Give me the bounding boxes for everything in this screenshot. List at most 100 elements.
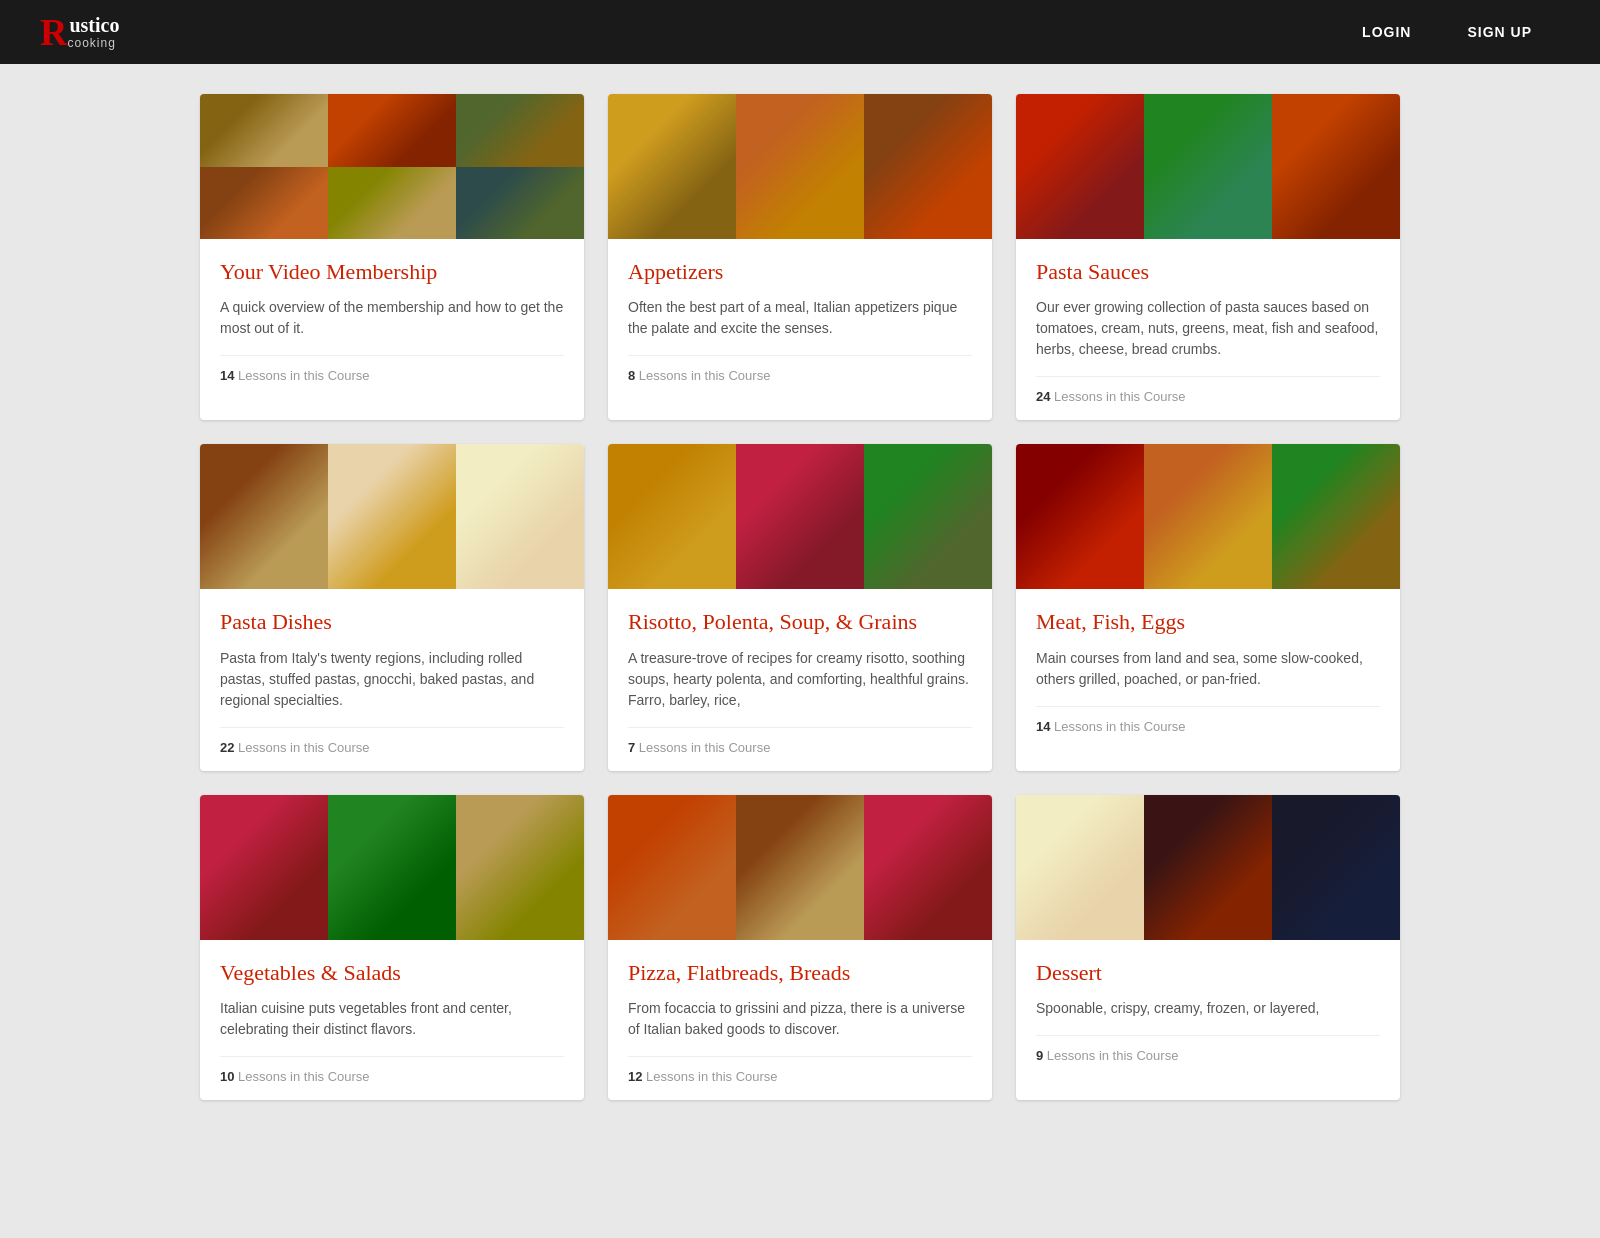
lesson-count-pizza: 12 [628,1069,642,1084]
card-image-pasta-dishes [200,444,584,589]
card-image-vegetables [200,795,584,940]
img-cell-membership-4 [328,167,456,240]
card-desc-meat-fish: Main courses from land and sea, some slo… [1036,648,1380,690]
card-desc-membership: A quick overview of the membership and h… [220,297,564,339]
card-image-pizza [608,795,992,940]
logo-subtitle: cooking [67,36,119,50]
card-desc-vegetables: Italian cuisine puts vegetables front an… [220,998,564,1040]
site-header: R ustico cooking LOGIN SIGN UP [0,0,1600,64]
card-body-pasta-dishes: Pasta Dishes Pasta from Italy's twenty re… [200,589,584,770]
card-desc-pasta-dishes: Pasta from Italy's twenty regions, inclu… [220,648,564,711]
lesson-count-vegetables: 10 [220,1069,234,1084]
logo-name-block: ustico cooking [67,15,119,50]
img-cell-pasta-dishes-2 [456,444,584,589]
img-cell-meat-fish-2 [1272,444,1400,589]
card-image-meat-fish [1016,444,1400,589]
img-cell-risotto-1 [736,444,864,589]
card-image-pasta-sauces [1016,94,1400,239]
course-card-appetizers[interactable]: Appetizers Often the best part of a meal,… [608,94,992,420]
img-cell-dessert-2 [1272,795,1400,940]
img-cell-membership-1 [328,94,456,167]
card-title-risotto: Risotto, Polenta, Soup, & Grains [628,609,972,635]
card-body-risotto: Risotto, Polenta, Soup, & GrainsA treasu… [608,589,992,770]
card-lessons-membership: 14 Lessons in this Course [220,355,564,383]
course-card-membership[interactable]: Your Video Membership A quick overview of… [200,94,584,420]
img-cell-membership-3 [200,167,328,240]
logo-name: ustico [69,14,119,36]
card-image-membership [200,94,584,239]
card-body-pizza: Pizza, Flatbreads, Breads From focaccia t… [608,940,992,1100]
img-cell-risotto-0 [608,444,736,589]
lesson-count-pasta-sauces: 24 [1036,389,1050,404]
course-card-dessert[interactable]: DessertSpoonable, crispy, creamy, frozen… [1016,795,1400,1100]
course-grid: Your Video Membership A quick overview of… [200,94,1400,1100]
card-body-appetizers: Appetizers Often the best part of a meal,… [608,239,992,399]
img-cell-vegetables-0 [200,795,328,940]
card-title-appetizers: Appetizers [628,259,972,285]
lesson-count-pasta-dishes: 22 [220,740,234,755]
img-cell-pizza-2 [864,795,992,940]
img-cell-membership-0 [200,94,328,167]
card-desc-pizza: From focaccia to grissini and pizza, the… [628,998,972,1040]
card-title-vegetables: Vegetables & Salads [220,960,564,986]
img-cell-pasta-sauces-1 [1144,94,1272,239]
card-title-dessert: Dessert [1036,960,1380,986]
course-card-meat-fish[interactable]: Meat, Fish, Eggs Main courses from land a… [1016,444,1400,770]
card-title-pasta-dishes: Pasta Dishes [220,609,564,635]
card-title-meat-fish: Meat, Fish, Eggs [1036,609,1380,635]
card-lessons-pasta-sauces: 24 Lessons in this Course [1036,376,1380,404]
lesson-count-appetizers: 8 [628,368,635,383]
img-cell-dessert-1 [1144,795,1272,940]
card-image-risotto [608,444,992,589]
lesson-count-dessert: 9 [1036,1048,1043,1063]
lesson-count-meat-fish: 14 [1036,719,1050,734]
card-lessons-dessert: 9 Lessons in this Course [1036,1035,1380,1063]
card-desc-appetizers: Often the best part of a meal, Italian a… [628,297,972,339]
img-cell-appetizers-2 [864,94,992,239]
card-lessons-pizza: 12 Lessons in this Course [628,1056,972,1084]
img-cell-pizza-1 [736,795,864,940]
card-body-membership: Your Video Membership A quick overview of… [200,239,584,399]
card-lessons-pasta-dishes: 22 Lessons in this Course [220,727,564,755]
img-cell-risotto-2 [864,444,992,589]
nav-buttons: LOGIN SIGN UP [1334,16,1560,48]
img-cell-membership-5 [456,167,584,240]
card-image-appetizers [608,94,992,239]
card-body-meat-fish: Meat, Fish, Eggs Main courses from land a… [1016,589,1400,749]
logo-r-letter: R [40,13,67,51]
img-cell-pasta-dishes-1 [328,444,456,589]
img-cell-vegetables-1 [328,795,456,940]
img-cell-appetizers-1 [736,94,864,239]
img-cell-vegetables-2 [456,795,584,940]
main-content: Your Video Membership A quick overview of… [150,64,1450,1130]
card-lessons-appetizers: 8 Lessons in this Course [628,355,972,383]
img-cell-meat-fish-0 [1016,444,1144,589]
img-cell-meat-fish-1 [1144,444,1272,589]
site-logo: R ustico cooking [40,13,119,51]
card-title-pasta-sauces: Pasta Sauces [1036,259,1380,285]
lesson-count-membership: 14 [220,368,234,383]
signup-button[interactable]: SIGN UP [1439,16,1560,48]
card-lessons-vegetables: 10 Lessons in this Course [220,1056,564,1084]
card-lessons-risotto: 7 Lessons in this Course [628,727,972,755]
course-card-vegetables[interactable]: Vegetables & Salads Italian cuisine puts … [200,795,584,1100]
img-cell-membership-2 [456,94,584,167]
card-body-dessert: DessertSpoonable, crispy, creamy, frozen… [1016,940,1400,1079]
card-image-dessert [1016,795,1400,940]
card-title-pizza: Pizza, Flatbreads, Breads [628,960,972,986]
img-cell-pizza-0 [608,795,736,940]
img-cell-dessert-0 [1016,795,1144,940]
img-cell-pasta-sauces-0 [1016,94,1144,239]
course-card-risotto[interactable]: Risotto, Polenta, Soup, & GrainsA treasu… [608,444,992,770]
card-title-membership: Your Video Membership [220,259,564,285]
card-body-vegetables: Vegetables & Salads Italian cuisine puts … [200,940,584,1100]
course-card-pasta-sauces[interactable]: Pasta SaucesOur ever growing collection … [1016,94,1400,420]
course-card-pizza[interactable]: Pizza, Flatbreads, Breads From focaccia t… [608,795,992,1100]
card-lessons-meat-fish: 14 Lessons in this Course [1036,706,1380,734]
course-card-pasta-dishes[interactable]: Pasta Dishes Pasta from Italy's twenty re… [200,444,584,770]
card-body-pasta-sauces: Pasta SaucesOur ever growing collection … [1016,239,1400,420]
lesson-count-risotto: 7 [628,740,635,755]
login-button[interactable]: LOGIN [1334,16,1439,48]
img-cell-appetizers-0 [608,94,736,239]
img-cell-pasta-dishes-0 [200,444,328,589]
